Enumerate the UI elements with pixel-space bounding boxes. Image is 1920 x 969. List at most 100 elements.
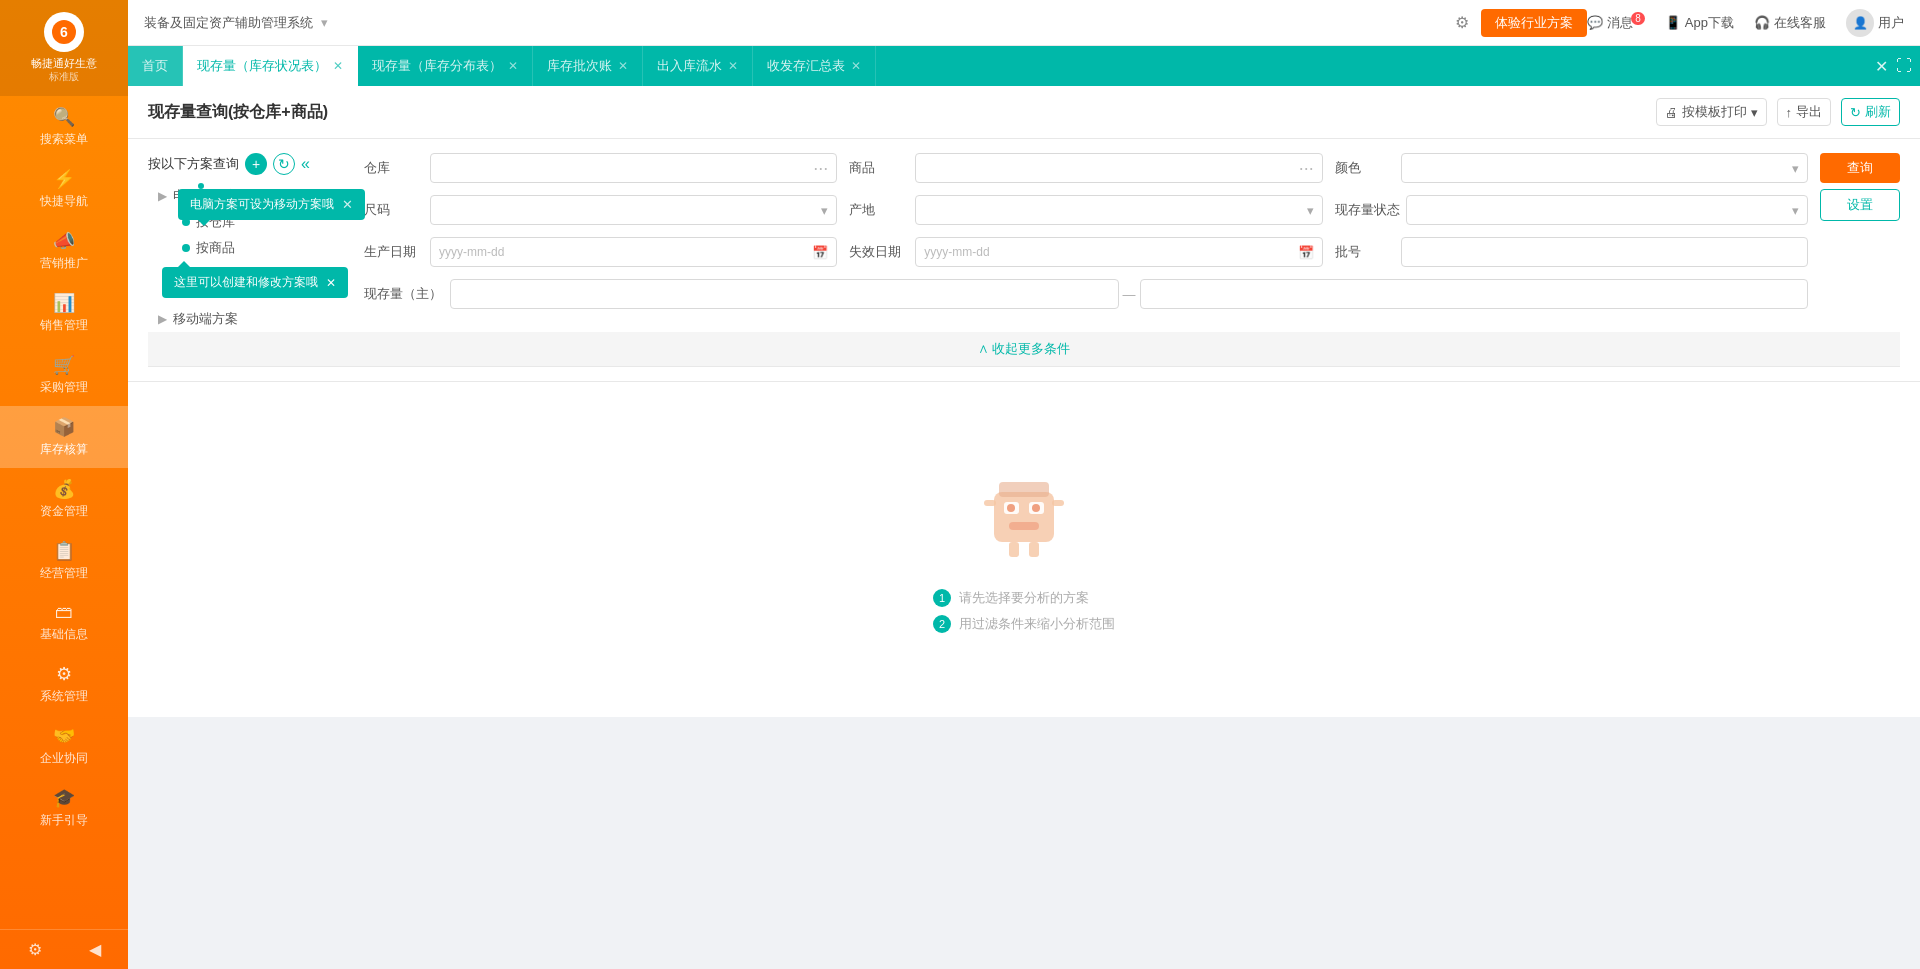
sidebar-settings-btn[interactable]: ⚙ bbox=[28, 940, 42, 959]
filter-field-goods: 商品 ··· bbox=[849, 153, 1322, 183]
sidebar-item-label: 库存核算 bbox=[40, 441, 88, 458]
sidebar-bottom: ⚙ ◀ bbox=[0, 929, 128, 969]
tab-summary[interactable]: 收发存汇总表 ✕ bbox=[753, 46, 876, 86]
prod-date-input[interactable]: yyyy-mm-dd 📅 bbox=[430, 237, 837, 267]
scheme-group-mobile[interactable]: ▶ 移动端方案 bbox=[158, 306, 348, 332]
svg-rect-11 bbox=[1029, 542, 1039, 557]
tab-inventory-dist[interactable]: 现存量（库存分布表） ✕ bbox=[358, 46, 533, 86]
app-download-label: App下载 bbox=[1685, 14, 1734, 32]
app-name: 畅捷通好生意 bbox=[31, 56, 97, 70]
tab-inventory-dist-label: 现存量（库存分布表） bbox=[372, 57, 502, 75]
refresh-label: 刷新 bbox=[1865, 103, 1891, 121]
header-settings-icon[interactable]: ⚙ bbox=[1455, 13, 1469, 32]
marketing-icon: 📣 bbox=[53, 230, 75, 252]
prod-date-placeholder: yyyy-mm-dd bbox=[439, 245, 504, 259]
sidebar-item-management[interactable]: 📋 经营管理 bbox=[0, 530, 128, 592]
collapse-text: 收起更多条件 bbox=[992, 341, 1070, 356]
tab-close-icon[interactable]: ✕ bbox=[851, 59, 861, 73]
online-service-btn[interactable]: 🎧 在线客服 bbox=[1754, 14, 1826, 32]
close-all-icon[interactable]: ✕ bbox=[1875, 57, 1888, 76]
batch-input[interactable] bbox=[1401, 237, 1808, 267]
tab-close-icon[interactable]: ✕ bbox=[333, 59, 343, 73]
scheme-arrow-icon: ▶ bbox=[158, 312, 167, 326]
app-download-btn[interactable]: 📱 App下载 bbox=[1665, 14, 1734, 32]
calendar-icon: 📅 bbox=[1298, 245, 1314, 260]
scheme-panel: 按以下方案查询 + ↻ « 电脑方案可设为移动方案哦 ✕ bbox=[148, 153, 348, 332]
add-scheme-btn[interactable]: + bbox=[245, 153, 267, 175]
back-btn[interactable]: « bbox=[301, 155, 310, 173]
tooltip2: 这里可以创建和修改方案哦 ✕ bbox=[162, 267, 348, 298]
sidebar-item-enterprise[interactable]: 🤝 企业协同 bbox=[0, 715, 128, 777]
scheme-item-goods[interactable]: 按商品 bbox=[182, 235, 348, 261]
filter-section: 按以下方案查询 + ↻ « 电脑方案可设为移动方案哦 ✕ bbox=[128, 139, 1920, 382]
tab-flow[interactable]: 出入库流水 ✕ bbox=[643, 46, 753, 86]
sidebar-item-marketing[interactable]: 📣 营销推广 bbox=[0, 220, 128, 282]
svg-text:6: 6 bbox=[60, 24, 68, 40]
refresh-scheme-btn[interactable]: ↻ bbox=[273, 153, 295, 175]
filter-field-color: 颜色 ▾ bbox=[1335, 153, 1808, 183]
reset-btn[interactable]: 设置 bbox=[1820, 189, 1900, 221]
finance-icon: 💰 bbox=[53, 478, 75, 500]
message-btn[interactable]: 💬 消息 8 bbox=[1587, 14, 1645, 32]
field-label-expiry-date: 失效日期 bbox=[849, 243, 909, 261]
trial-button[interactable]: 体验行业方案 bbox=[1481, 9, 1587, 37]
sidebar-item-sales[interactable]: 📊 销售管理 bbox=[0, 282, 128, 344]
tab-flow-label: 出入库流水 bbox=[657, 57, 722, 75]
export-btn[interactable]: ↑ 导出 bbox=[1777, 98, 1832, 126]
color-select[interactable]: ▾ bbox=[1401, 153, 1808, 183]
fullscreen-icon[interactable]: ⛶ bbox=[1896, 57, 1912, 75]
tab-batch-label: 库存批次账 bbox=[547, 57, 612, 75]
tab-batch[interactable]: 库存批次账 ✕ bbox=[533, 46, 643, 86]
filter-field-origin: 产地 ▾ bbox=[849, 195, 1322, 225]
tab-inventory-status[interactable]: 现存量（库存状况表） ✕ bbox=[183, 46, 358, 86]
field-label-warehouse: 仓库 bbox=[364, 159, 424, 177]
sidebar-item-system[interactable]: ⚙ 系统管理 bbox=[0, 653, 128, 715]
qty-max-input[interactable] bbox=[1140, 279, 1809, 309]
filter-fields-area: 仓库 ··· 商品 ··· bbox=[364, 153, 1900, 321]
tab-home[interactable]: 首页 bbox=[128, 46, 183, 86]
sidebar-collapse-btn[interactable]: ◀ bbox=[89, 940, 101, 959]
svg-point-6 bbox=[1032, 504, 1040, 512]
sidebar-item-finance[interactable]: 💰 资金管理 bbox=[0, 468, 128, 530]
sidebar-item-guide[interactable]: 🎓 新手引导 bbox=[0, 777, 128, 839]
sidebar-item-label: 企业协同 bbox=[40, 750, 88, 767]
refresh-icon: ↻ bbox=[1850, 105, 1861, 120]
search-btn[interactable]: 查询 bbox=[1820, 153, 1900, 183]
inv-status-select[interactable]: ▾ bbox=[1406, 195, 1808, 225]
print-btn[interactable]: 🖨 按模板打印 ▾ bbox=[1656, 98, 1767, 126]
size-select[interactable]: ▾ bbox=[430, 195, 837, 225]
sidebar-item-quick[interactable]: ⚡ 快捷导航 bbox=[0, 158, 128, 220]
sidebar-item-label: 经营管理 bbox=[40, 565, 88, 582]
select-arrow-icon: ▾ bbox=[1307, 203, 1314, 218]
goods-select[interactable]: ··· bbox=[915, 153, 1322, 183]
sidebar-item-label: 基础信息 bbox=[40, 626, 88, 643]
svg-point-5 bbox=[1007, 504, 1015, 512]
tab-close-icon[interactable]: ✕ bbox=[618, 59, 628, 73]
sidebar-nav: 🔍 搜索菜单 ⚡ 快捷导航 📣 营销推广 📊 销售管理 🛒 采购管理 📦 库存核… bbox=[0, 96, 128, 929]
sidebar-item-basic[interactable]: 🗃 基础信息 bbox=[0, 592, 128, 653]
user-label: 用户 bbox=[1878, 14, 1904, 32]
collapse-bar[interactable]: ∧ 收起更多条件 bbox=[148, 332, 1900, 367]
refresh-btn[interactable]: ↻ 刷新 bbox=[1841, 98, 1900, 126]
tab-close-icon[interactable]: ✕ bbox=[728, 59, 738, 73]
sidebar-item-search[interactable]: 🔍 搜索菜单 bbox=[0, 96, 128, 158]
expiry-date-input[interactable]: yyyy-mm-dd 📅 bbox=[915, 237, 1322, 267]
tooltip2-close[interactable]: ✕ bbox=[326, 276, 336, 290]
app-badge: 标准版 bbox=[49, 70, 79, 84]
sidebar-logo: 6 畅捷通好生意 标准版 bbox=[0, 0, 128, 96]
empty-step1: 1 请先选择要分析的方案 bbox=[933, 585, 1115, 611]
tab-close-icon[interactable]: ✕ bbox=[508, 59, 518, 73]
origin-select[interactable]: ▾ bbox=[915, 195, 1322, 225]
scheme-group-label: 移动端方案 bbox=[173, 310, 238, 328]
user-area[interactable]: 👤 用户 bbox=[1846, 9, 1904, 37]
sidebar-item-purchase[interactable]: 🛒 采购管理 bbox=[0, 344, 128, 406]
filter-row-1: 仓库 ··· 商品 ··· bbox=[364, 153, 1808, 183]
field-label-color: 颜色 bbox=[1335, 159, 1395, 177]
sidebar-item-inventory[interactable]: 📦 库存核算 bbox=[0, 406, 128, 468]
tooltip1: 电脑方案可设为移动方案哦 ✕ bbox=[178, 189, 365, 220]
warehouse-select[interactable]: ··· bbox=[430, 153, 837, 183]
qty-min-input[interactable] bbox=[450, 279, 1119, 309]
basic-icon: 🗃 bbox=[55, 602, 73, 623]
svg-rect-12 bbox=[999, 482, 1049, 497]
tooltip1-close[interactable]: ✕ bbox=[342, 197, 353, 212]
